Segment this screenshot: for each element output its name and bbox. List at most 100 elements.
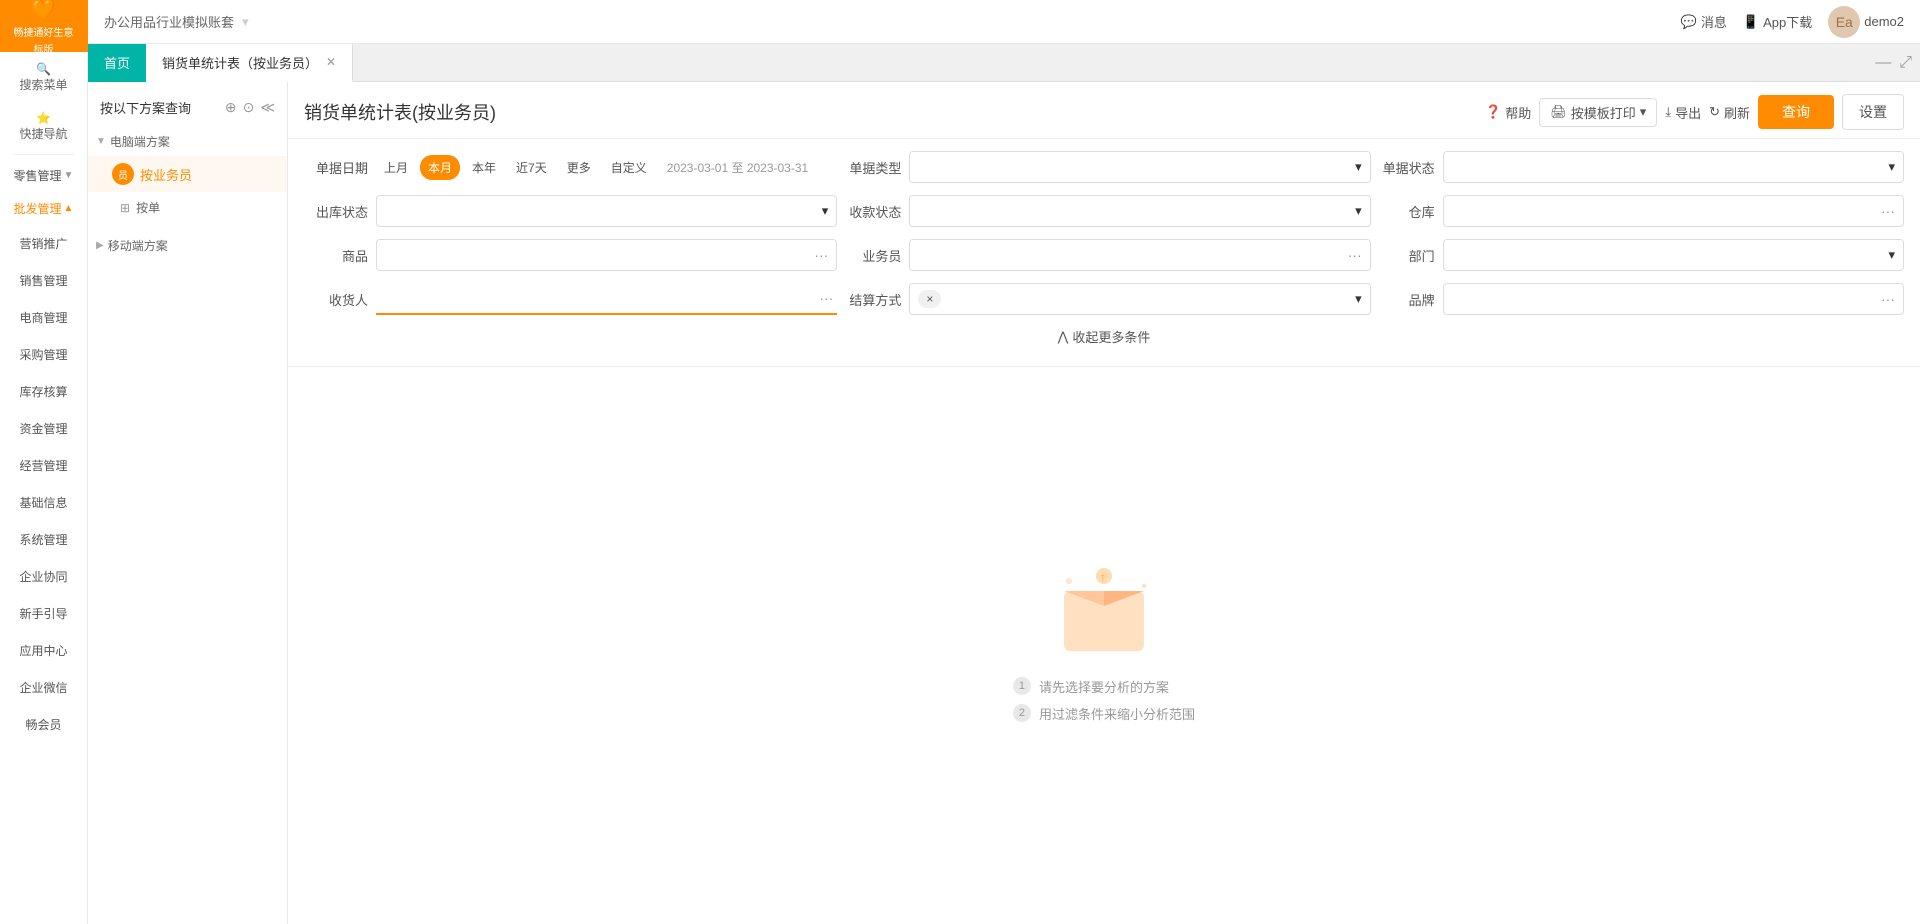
goods-label: 商品 [304,246,376,265]
filter-area: 单据日期 上月 本月 本年 近7天 更多 自定义 2023-03-01 至 20… [288,139,1920,367]
template-print-btn[interactable]: 🖨 按模板打印 ▾ [1539,98,1657,127]
payment-tag: × [918,290,941,308]
sidebar-item-member[interactable]: 畅会员 [0,706,87,743]
logo-icon: 🧡 [31,0,56,22]
mobile-scheme-title[interactable]: ▶ 移动端方案 [88,231,287,260]
collapse-bar[interactable]: ⋀ 收起更多条件 [304,319,1904,354]
retail-label: 零售管理 [14,167,62,184]
brand-dots[interactable]: ··· [1881,291,1895,307]
message-btn[interactable]: 💬 消息 [1681,12,1727,31]
pc-scheme-title[interactable]: ▼ 电脑端方案 [88,127,287,156]
tab-maximize-icon[interactable]: ⤢ [1899,54,1912,72]
out-status-select[interactable]: ▾ [376,195,837,227]
quick-nav-label: 快捷导航 [19,127,67,141]
sidebar-item-newbie[interactable]: 新手引导 [0,595,87,632]
goods-dots[interactable]: ··· [814,247,828,263]
content-area: 按以下方案查询 ⊕ ⊙ ≪ ▼ 电脑端方案 员 按业务员 [88,82,1920,924]
staff-select[interactable]: ··· [909,239,1370,271]
appstore-label: 应用中心 [19,644,67,658]
search-menu[interactable]: 🔍 搜索菜单 [0,52,87,103]
date-btn-this-month[interactable]: 本月 [420,155,460,180]
out-status-label: 出库状态 [304,202,376,221]
filter-doc-status: 单据状态 ▾ [1371,151,1904,183]
brand-select[interactable]: ··· [1443,283,1904,315]
warehouse-dots[interactable]: ··· [1881,203,1895,219]
sidebar-item-corpwechat[interactable]: 企业微信 [0,669,87,706]
sidebar-item-ops[interactable]: 经营管理 [0,447,87,484]
sidebar-item-corp[interactable]: 企业协同 [0,558,87,595]
purchase-label: 采购管理 [19,348,67,362]
doc-type-label: 单据类型 [837,158,909,177]
tab-minimize-icon[interactable]: — [1875,54,1891,72]
sidebar-item-sales[interactable]: 销售管理 [0,262,87,299]
breadcrumb-area: 办公用品行业模拟账套 ▾ [104,12,249,31]
add-scheme-btn[interactable]: ⊕ [225,99,237,116]
refresh-btn[interactable]: ↻ 刷新 [1709,103,1750,122]
sidebar-item-finance[interactable]: 资金管理 [0,410,87,447]
retail-arrow: ▼ [64,170,74,181]
system-label: 系统管理 [19,533,67,547]
warehouse-label: 仓库 [1371,202,1443,221]
filter-doc-type: 单据类型 ▾ [837,151,1370,183]
collapse-label: 收起更多条件 [1072,327,1150,346]
wholesale-arrow: ▲ [64,203,74,214]
tab-close-icon[interactable]: ✕ [326,55,336,69]
sales-label: 销售管理 [19,274,67,288]
tab-home[interactable]: 首页 [88,44,146,82]
sidebar-item-inventory[interactable]: 库存核算 [0,373,87,410]
payment-select[interactable]: × ▾ [909,283,1370,315]
filter-payment: 结算方式 × ▾ [837,283,1370,315]
right-panel: 销货单统计表(按业务员) ❓ 帮助 🖨 按模板打印 ▾ ⤓ 导出 [288,82,1920,924]
export-btn[interactable]: ⤓ 导出 [1665,103,1701,122]
sidebar-item-appstore[interactable]: 应用中心 [0,632,87,669]
date-btn-more[interactable]: 更多 [559,155,599,180]
avatar: Ea [1828,6,1860,38]
finance-label: 资金管理 [19,422,67,436]
settings-scheme-btn[interactable]: ⊙ [243,99,255,116]
goods-select[interactable]: ··· [376,239,837,271]
filter-brand: 品牌 ··· [1371,283,1904,315]
date-btn-custom[interactable]: 自定义 [603,155,655,180]
sidebar-item-ecommerce[interactable]: 电商管理 [0,299,87,336]
message-label: 消息 [1701,12,1727,31]
sidebar-item-system[interactable]: 系统管理 [0,521,87,558]
filter-date: 单据日期 上月 本月 本年 近7天 更多 自定义 2023-03-01 至 20… [304,151,837,183]
app-download-btn[interactable]: 📱 App下载 [1743,12,1812,31]
date-btn-this-year[interactable]: 本年 [464,155,504,180]
department-select[interactable]: ▾ [1443,239,1904,271]
sidebar-item-wholesale[interactable]: 批发管理 ▲ [0,192,87,225]
hint-num-2: 2 [1013,704,1031,722]
page-title-bar: 销货单统计表(按业务员) ❓ 帮助 🖨 按模板打印 ▾ ⤓ 导出 [288,82,1920,139]
print-icon: 🖨 [1550,104,1567,120]
collapse-panel-btn[interactable]: ≪ [260,99,275,116]
warehouse-select[interactable]: ··· [1443,195,1904,227]
settings-btn[interactable]: 设置 [1842,94,1904,130]
quick-nav[interactable]: ⭐ 快捷导航 [0,103,87,150]
sidebar: 🧡 畅捷通好生意 标版 🔍 搜索菜单 ⭐ 快捷导航 零售管理 ▼ 批发管理 ▲ … [0,0,88,924]
out-status-arrow: ▾ [822,203,829,219]
sidebar-item-basic[interactable]: 基础信息 [0,484,87,521]
scheme-item-by-staff[interactable]: 员 按业务员 [88,156,287,192]
filter-staff: 业务员 ··· [837,239,1370,271]
sidebar-item-retail[interactable]: 零售管理 ▼ [0,159,87,192]
page-title: 销货单统计表(按业务员) [304,99,496,125]
date-btn-7days[interactable]: 近7天 [508,155,555,180]
mobile-scheme-section: ▶ 移动端方案 [88,227,287,264]
sidebar-item-purchase[interactable]: 采购管理 [0,336,87,373]
recipient-dots[interactable]: ··· [819,290,833,306]
date-btn-last-month[interactable]: 上月 [376,155,416,180]
staff-dots[interactable]: ··· [1348,247,1362,263]
help-btn[interactable]: ❓ 帮助 [1485,103,1531,122]
doc-type-select[interactable]: ▾ [909,151,1370,183]
scheme-sub-item-by-order[interactable]: ⊞ 按单 [88,192,287,223]
query-btn[interactable]: 查询 [1758,95,1834,129]
receipt-status-arrow: ▾ [1355,203,1362,219]
sidebar-item-marketing[interactable]: 营销推广 [0,225,87,262]
date-range: 2023-03-01 至 2023-03-31 [667,159,808,176]
payment-tag-close[interactable]: × [926,292,933,306]
receipt-status-select[interactable]: ▾ [909,195,1370,227]
template-print-label: 按模板打印 [1571,103,1636,122]
user-avatar-btn[interactable]: Ea demo2 [1828,6,1904,38]
tab-sales-stats[interactable]: 销货单统计表（按业务员） ✕ [146,44,353,82]
doc-status-select[interactable]: ▾ [1443,151,1904,183]
